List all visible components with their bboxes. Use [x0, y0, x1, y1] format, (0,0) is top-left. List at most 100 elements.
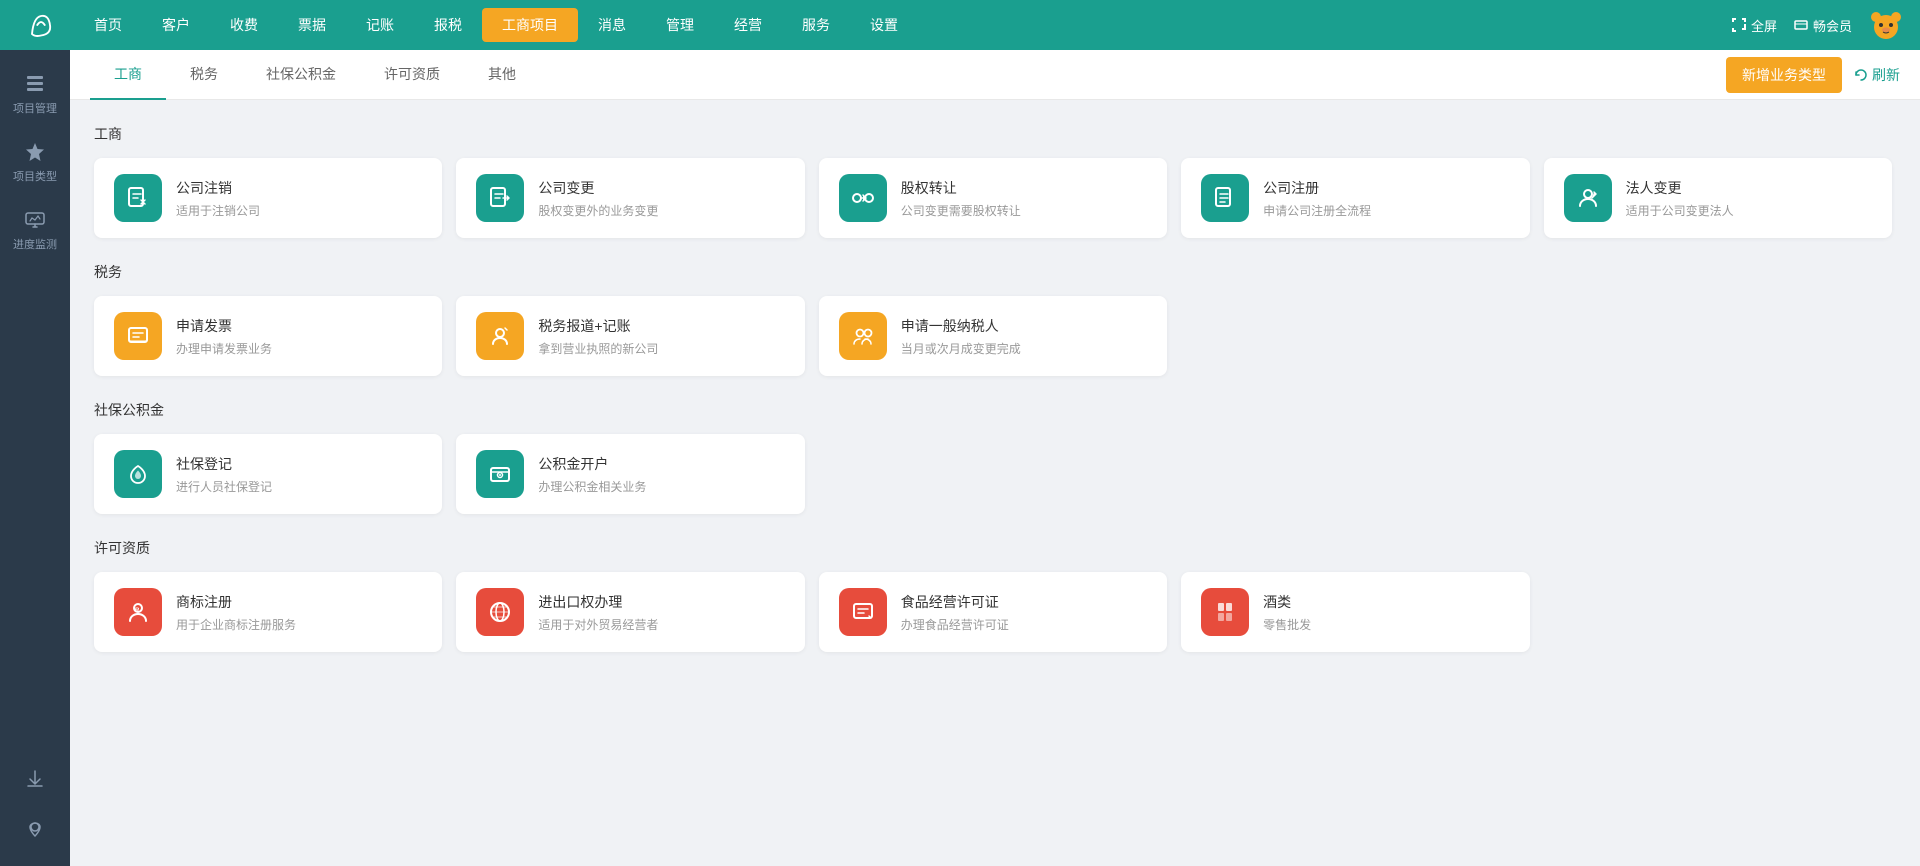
card-text-company-change: 公司变更 股权变更外的业务变更 — [538, 178, 658, 219]
card-desc-food-license: 办理食品经营许可证 — [901, 616, 1009, 633]
card-desc-import-export: 适用于对外贸易经营者 — [538, 616, 658, 633]
sidebar-bottom — [0, 758, 70, 866]
card-icon-liquor — [1201, 588, 1249, 636]
nav-business[interactable]: 工商项目 — [482, 8, 578, 42]
nav-manage[interactable]: 管理 — [646, 0, 714, 50]
card-social-register[interactable]: 社保登记 进行人员社保登记 — [94, 434, 442, 514]
card-title-general-taxpayer: 申请一般纳税人 — [901, 316, 1021, 336]
sidebar-item-project-management[interactable]: 项目管理 — [0, 60, 70, 128]
card-desc-tax-report-accounting: 拿到营业执照的新公司 — [538, 340, 658, 357]
card-provident-fund[interactable]: 公积金开户 办理公积金相关业务 — [456, 434, 804, 514]
vip-button[interactable]: 畅会员 — [1793, 16, 1852, 35]
card-icon-invoice-apply — [114, 312, 162, 360]
section-license: 许可资质 R 商标注册 用于企业商标注册服务 — [94, 538, 1896, 652]
tab-business[interactable]: 工商 — [90, 50, 166, 100]
card-icon-social-register — [114, 450, 162, 498]
nav-right-actions: 全屏 畅会员 — [1731, 7, 1904, 43]
card-food-license[interactable]: 食品经营许可证 办理食品经营许可证 — [819, 572, 1167, 652]
nav-customer[interactable]: 客户 — [142, 0, 210, 50]
card-company-change[interactable]: 公司变更 股权变更外的业务变更 — [456, 158, 804, 238]
card-text-company-register: 公司注册 申请公司注册全流程 — [1263, 178, 1371, 219]
card-text-food-license: 食品经营许可证 办理食品经营许可证 — [901, 592, 1009, 633]
card-title-company-register: 公司注册 — [1263, 178, 1371, 198]
section-title-tax: 税务 — [94, 262, 1896, 282]
card-icon-trademark: R — [114, 588, 162, 636]
card-legal-change[interactable]: 法人变更 适用于公司变更法人 — [1544, 158, 1892, 238]
card-desc-provident-fund: 办理公积金相关业务 — [538, 478, 646, 495]
monitor-icon — [23, 208, 47, 232]
card-company-register[interactable]: 公司注册 申请公司注册全流程 — [1181, 158, 1529, 238]
nav-operation[interactable]: 经营 — [714, 0, 782, 50]
card-text-trademark: 商标注册 用于企业商标注册服务 — [176, 592, 296, 633]
tab-bar-actions: 新增业务类型 刷新 — [1726, 57, 1900, 93]
refresh-button[interactable]: 刷新 — [1854, 65, 1900, 85]
card-liquor[interactable]: 酒类 零售批发 — [1181, 572, 1529, 652]
section-title-business: 工商 — [94, 124, 1896, 144]
nav-fee[interactable]: 收费 — [210, 0, 278, 50]
nav-settings[interactable]: 设置 — [850, 0, 918, 50]
card-title-social-register: 社保登记 — [176, 454, 272, 474]
card-title-food-license: 食品经营许可证 — [901, 592, 1009, 612]
card-icon-company-cancel — [114, 174, 162, 222]
tab-license[interactable]: 许可资质 — [360, 50, 464, 100]
nav-home[interactable]: 首页 — [74, 0, 142, 50]
content-area: 工商 税务 社保公积金 许可资质 其他 新增业务类型 刷新 工商 — [70, 50, 1920, 866]
nav-items: 首页 客户 收费 票据 记账 报税 工商项目 消息 管理 经营 服务 设置 — [74, 0, 1731, 50]
nav-message[interactable]: 消息 — [578, 0, 646, 50]
list-icon — [23, 72, 47, 96]
cards-grid-social-security: 社保登记 进行人员社保登记 — [94, 434, 1896, 514]
card-desc-general-taxpayer: 当月或次月成变更完成 — [901, 340, 1021, 357]
card-desc-liquor: 零售批发 — [1263, 616, 1311, 633]
add-type-button[interactable]: 新增业务类型 — [1726, 57, 1842, 93]
fullscreen-button[interactable]: 全屏 — [1731, 16, 1777, 35]
sidebar-location-button[interactable] — [0, 808, 70, 850]
app-logo — [16, 10, 66, 40]
card-icon-equity-transfer — [839, 174, 887, 222]
sidebar-item-project-type[interactable]: 项目类型 — [0, 128, 70, 196]
card-desc-invoice-apply: 办理申请发票业务 — [176, 340, 272, 357]
card-company-cancel[interactable]: 公司注销 适用于注销公司 — [94, 158, 442, 238]
card-title-company-change: 公司变更 — [538, 178, 658, 198]
sidebar-download-button[interactable] — [0, 758, 70, 800]
card-general-taxpayer[interactable]: 申请一般纳税人 当月或次月成变更完成 — [819, 296, 1167, 376]
card-text-general-taxpayer: 申请一般纳税人 当月或次月成变更完成 — [901, 316, 1021, 357]
card-desc-legal-change: 适用于公司变更法人 — [1626, 202, 1734, 219]
card-desc-company-cancel: 适用于注销公司 — [176, 202, 260, 219]
tab-other[interactable]: 其他 — [464, 50, 540, 100]
tab-tax[interactable]: 税务 — [166, 50, 242, 100]
card-import-export[interactable]: 进出口权办理 适用于对外贸易经营者 — [456, 572, 804, 652]
nav-tax-report[interactable]: 报税 — [414, 0, 482, 50]
section-title-license: 许可资质 — [94, 538, 1896, 558]
card-title-tax-report-accounting: 税务报道+记账 — [538, 316, 658, 336]
cards-grid-business: 公司注销 适用于注销公司 — [94, 158, 1896, 238]
section-business: 工商 公司注销 适用于注销公司 — [94, 124, 1896, 238]
card-tax-report-accounting[interactable]: 税务报道+记账 拿到营业执照的新公司 — [456, 296, 804, 376]
card-text-legal-change: 法人变更 适用于公司变更法人 — [1626, 178, 1734, 219]
svg-text:R: R — [135, 608, 140, 614]
star-icon — [23, 140, 47, 164]
card-title-equity-transfer: 股权转让 — [901, 178, 1021, 198]
card-text-invoice-apply: 申请发票 办理申请发票业务 — [176, 316, 272, 357]
card-text-provident-fund: 公积金开户 办理公积金相关业务 — [538, 454, 646, 495]
tab-bar: 工商 税务 社保公积金 许可资质 其他 新增业务类型 刷新 — [70, 50, 1920, 100]
card-desc-social-register: 进行人员社保登记 — [176, 478, 272, 495]
card-trademark[interactable]: R 商标注册 用于企业商标注册服务 — [94, 572, 442, 652]
section-tax: 税务 申请发票 办理申请发票业务 — [94, 262, 1896, 376]
nav-accounting[interactable]: 记账 — [346, 0, 414, 50]
card-icon-company-change — [476, 174, 524, 222]
section-title-social-security: 社保公积金 — [94, 400, 1896, 420]
card-equity-transfer[interactable]: 股权转让 公司变更需要股权转让 — [819, 158, 1167, 238]
card-title-company-cancel: 公司注销 — [176, 178, 260, 198]
card-title-provident-fund: 公积金开户 — [538, 454, 646, 474]
card-invoice-apply[interactable]: 申请发票 办理申请发票业务 — [94, 296, 442, 376]
tab-social-security[interactable]: 社保公积金 — [242, 50, 360, 100]
nav-bill[interactable]: 票据 — [278, 0, 346, 50]
card-text-import-export: 进出口权办理 适用于对外贸易经营者 — [538, 592, 658, 633]
section-social-security: 社保公积金 社保登记 进行人员社保登记 — [94, 400, 1896, 514]
nav-service[interactable]: 服务 — [782, 0, 850, 50]
card-title-liquor: 酒类 — [1263, 592, 1311, 612]
card-icon-general-taxpayer — [839, 312, 887, 360]
mascot-icon — [1868, 7, 1904, 43]
sidebar-item-progress-monitor[interactable]: 进度监测 — [0, 196, 70, 264]
card-icon-import-export — [476, 588, 524, 636]
